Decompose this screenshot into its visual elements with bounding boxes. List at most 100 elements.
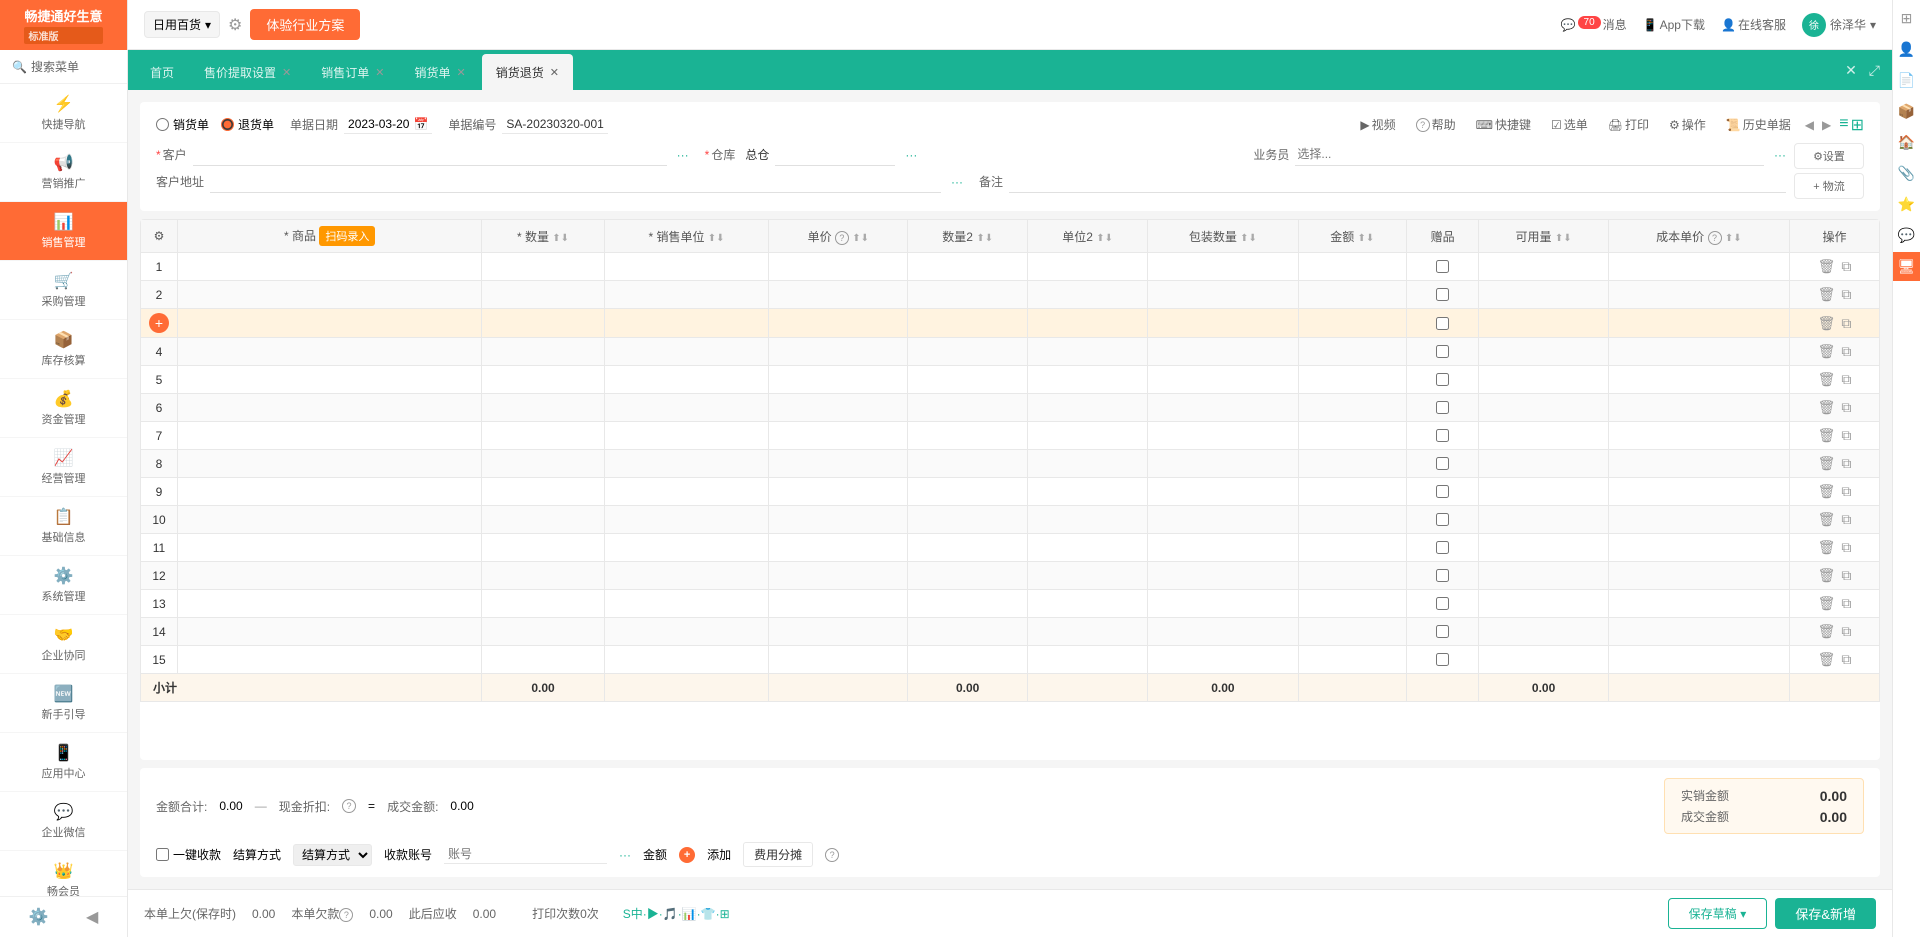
expand-tab-icon[interactable]: ⤢	[1865, 58, 1884, 83]
settle-method-select[interactable]: 结算方式	[293, 844, 372, 866]
category-selector[interactable]: 日用百货 ▾	[144, 11, 220, 38]
qty2-cell-12[interactable]	[908, 562, 1028, 590]
qty2-cell-1[interactable]	[908, 253, 1028, 281]
pack-qty-cell-4[interactable]	[1148, 338, 1299, 366]
video-btn[interactable]: ▶ 视频	[1354, 114, 1401, 135]
price-cell-1[interactable]	[769, 253, 908, 281]
unit2-cell-3[interactable]	[1028, 309, 1148, 338]
salesperson-input[interactable]	[1295, 143, 1764, 166]
cost-price-cell-9[interactable]	[1608, 478, 1789, 506]
copy-btn-6[interactable]: ⧉	[1841, 399, 1851, 416]
qty2-cell-9[interactable]	[908, 478, 1028, 506]
radio-sale-delivery[interactable]: 销货单	[156, 116, 209, 133]
available-cell-12[interactable]	[1479, 562, 1608, 590]
customer-input[interactable]	[193, 143, 667, 166]
amount-cell-8[interactable]	[1298, 450, 1406, 478]
tab-sale-order[interactable]: 销售订单 ✕	[307, 54, 398, 90]
save-new-btn[interactable]: 保存&新增	[1775, 898, 1876, 929]
qty-cell-15[interactable]	[482, 646, 604, 674]
product-cell-5[interactable]	[178, 366, 482, 394]
product-cell-13[interactable]	[178, 590, 482, 618]
unit2-cell-10[interactable]	[1028, 506, 1148, 534]
history-btn[interactable]: 📜 历史单据	[1720, 114, 1797, 135]
rp-icon-1[interactable]: ⊞	[1893, 4, 1920, 33]
unit2-cell-4[interactable]	[1028, 338, 1148, 366]
gift-cell-8[interactable]	[1406, 450, 1479, 478]
product-cell-11[interactable]	[178, 534, 482, 562]
available-cell-6[interactable]	[1479, 394, 1608, 422]
sidebar-item-marketing[interactable]: 📢 营销推广	[0, 143, 127, 202]
gift-cell-5[interactable]	[1406, 366, 1479, 394]
pack-qty-cell-14[interactable]	[1148, 618, 1299, 646]
qty2-cell-5[interactable]	[908, 366, 1028, 394]
copy-btn-2[interactable]: ⧉	[1841, 286, 1851, 303]
price-cell-4[interactable]	[769, 338, 908, 366]
tab-sale-delivery[interactable]: 销货单 ✕	[400, 54, 479, 90]
product-cell-12[interactable]	[178, 562, 482, 590]
collapse-icon[interactable]: ◀	[86, 907, 98, 927]
available-cell-9[interactable]	[1479, 478, 1608, 506]
help-btn[interactable]: ? 帮助	[1410, 114, 1462, 135]
amount-cell-10[interactable]	[1298, 506, 1406, 534]
sale-unit-cell-2[interactable]	[604, 281, 769, 309]
qty2-cell-10[interactable]	[908, 506, 1028, 534]
sale-unit-cell-9[interactable]	[604, 478, 769, 506]
prev-icon[interactable]: ◀	[1805, 118, 1814, 132]
cost-price-cell-14[interactable]	[1608, 618, 1789, 646]
available-cell-7[interactable]	[1479, 422, 1608, 450]
copy-btn-8[interactable]: ⧉	[1841, 455, 1851, 472]
amount-cell-7[interactable]	[1298, 422, 1406, 450]
cost-price-cell-3[interactable]	[1608, 309, 1789, 338]
date-input-container[interactable]: 2023-03-20 📅	[344, 115, 432, 134]
ellipsis-btn[interactable]: ···	[619, 848, 631, 862]
qty-cell-10[interactable]	[482, 506, 604, 534]
delete-btn-10[interactable]: 🗑	[1818, 511, 1836, 528]
sale-unit-cell-7[interactable]	[604, 422, 769, 450]
qty-cell-8[interactable]	[482, 450, 604, 478]
cost-price-cell-8[interactable]	[1608, 450, 1789, 478]
qty-cell-1[interactable]	[482, 253, 604, 281]
cost-price-cell-13[interactable]	[1608, 590, 1789, 618]
add-row-btn[interactable]: +	[149, 313, 169, 333]
sidebar-item-finance[interactable]: 💰 资金管理	[0, 379, 127, 438]
user-menu[interactable]: 徐 徐泽华 ▾	[1802, 13, 1876, 37]
rp-icon-7[interactable]: ⭐	[1893, 190, 1920, 219]
amount-cell-3[interactable]	[1298, 309, 1406, 338]
pack-qty-cell-15[interactable]	[1148, 646, 1299, 674]
tab-sale-price[interactable]: 售价提取设置 ✕	[190, 54, 305, 90]
next-icon[interactable]: ▶	[1822, 118, 1831, 132]
amount-cell-15[interactable]	[1298, 646, 1406, 674]
expense-split-btn[interactable]: 费用分摊	[743, 842, 813, 867]
settings-icon[interactable]: ⚙️	[29, 907, 49, 927]
qty-cell-11[interactable]	[482, 534, 604, 562]
price-cell-6[interactable]	[769, 394, 908, 422]
delete-btn-7[interactable]: 🗑	[1818, 427, 1836, 444]
tab-close-sale-delivery[interactable]: ✕	[457, 66, 466, 79]
operate-btn[interactable]: ⚙ 操作	[1663, 114, 1712, 135]
sale-unit-cell-3[interactable]	[604, 309, 769, 338]
available-cell-10[interactable]	[1479, 506, 1608, 534]
product-cell-10[interactable]	[178, 506, 482, 534]
pack-qty-cell-8[interactable]	[1148, 450, 1299, 478]
price-cell-9[interactable]	[769, 478, 908, 506]
copy-btn-3[interactable]: ⧉	[1841, 315, 1851, 332]
gift-cell-14[interactable]	[1406, 618, 1479, 646]
pack-qty-cell-1[interactable]	[1148, 253, 1299, 281]
available-cell-5[interactable]	[1479, 366, 1608, 394]
delete-btn-2[interactable]: 🗑	[1818, 286, 1836, 303]
sale-unit-cell-15[interactable]	[604, 646, 769, 674]
amount-cell-13[interactable]	[1298, 590, 1406, 618]
tab-close-sale-price[interactable]: ✕	[282, 66, 291, 79]
rp-icon-4[interactable]: 📦	[1893, 97, 1920, 126]
price-cell-12[interactable]	[769, 562, 908, 590]
delete-btn-4[interactable]: 🗑	[1818, 343, 1836, 360]
delete-btn-14[interactable]: 🗑	[1818, 623, 1836, 640]
delete-btn-5[interactable]: 🗑	[1818, 371, 1836, 388]
qty-cell-14[interactable]	[482, 618, 604, 646]
qty2-cell-15[interactable]	[908, 646, 1028, 674]
delete-btn-15[interactable]: 🗑	[1818, 651, 1836, 668]
available-cell-14[interactable]	[1479, 618, 1608, 646]
rp-icon-active[interactable]: 🖥	[1893, 252, 1920, 281]
price-cell-15[interactable]	[769, 646, 908, 674]
delete-btn-1[interactable]: 🗑	[1818, 258, 1836, 275]
